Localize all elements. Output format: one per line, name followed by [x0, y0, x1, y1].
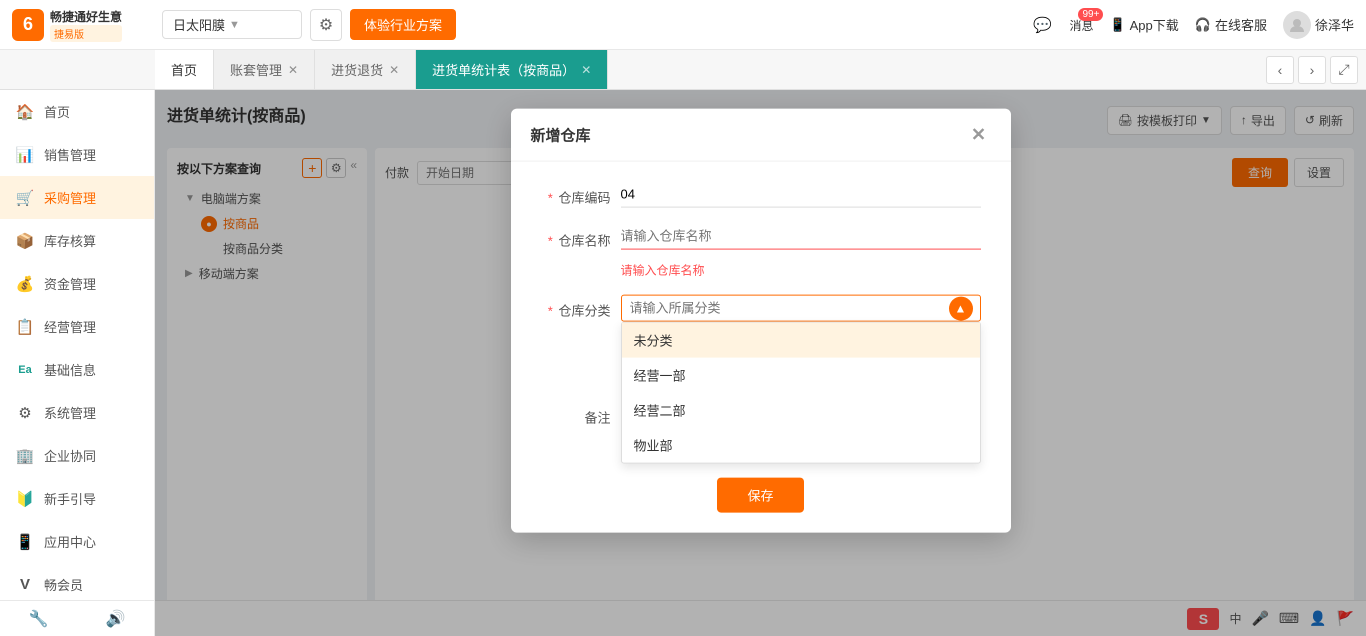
chevron-down-icon: ▼ [229, 19, 240, 31]
volume-bottom-icon[interactable]: 🔊 [102, 605, 130, 633]
name-input[interactable] [621, 224, 981, 250]
dropdown-item-unclassified[interactable]: 未分类 [622, 323, 980, 358]
phone-icon: 📱 [1109, 17, 1125, 33]
store-selector[interactable]: 日太阳膜 ▼ [162, 10, 302, 39]
category-dropdown: 未分类 经营一部 经营二部 物业部 [621, 322, 981, 464]
home-icon: 🏠 [16, 103, 34, 121]
sidebar: 🏠 首页 📊 销售管理 🛒 采购管理 📦 库存核算 💰 资金管理 📋 经营管理 … [0, 90, 155, 636]
tab-bar: 首页 账套管理 ✕ 进货退货 ✕ 进货单统计表（按商品） ✕ ‹ › ⤢ [0, 50, 1366, 90]
online-service-btn[interactable]: 🎧 在线客服 [1195, 15, 1267, 34]
app-center-icon: 📱 [16, 533, 34, 551]
logo-text: 畅捷通好生意 捷易版 [50, 8, 122, 42]
sidebar-item-purchase[interactable]: 🛒 采购管理 [0, 176, 154, 219]
sidebar-item-system[interactable]: ⚙ 系统管理 [0, 391, 154, 434]
tab-accounts[interactable]: 账套管理 ✕ [214, 50, 315, 89]
dialog-footer: 保存 [511, 468, 1011, 513]
logo-area: 6 畅捷通好生意 捷易版 [12, 8, 162, 42]
headset-icon: 🎧 [1195, 17, 1211, 33]
guide-icon: 🔰 [16, 490, 34, 508]
save-button[interactable]: 保存 [717, 478, 803, 513]
close-icon[interactable]: ✕ [288, 63, 298, 77]
add-warehouse-dialog: 新增仓库 ✕ * 仓库编码 * 仓库名称 [511, 109, 1011, 533]
system-icon: ⚙ [16, 404, 34, 422]
header-middle: 日太阳膜 ▼ ⚙ 体验行业方案 [162, 9, 1033, 41]
dialog-title: 新增仓库 [531, 124, 591, 145]
inventory-icon: 📦 [16, 232, 34, 250]
purchase-icon: 🛒 [16, 189, 34, 207]
name-error-msg: 请输入仓库名称 [621, 262, 705, 279]
category-dropdown-toggle[interactable]: ▲ [949, 296, 973, 320]
sidebar-item-sales[interactable]: 📊 销售管理 [0, 133, 154, 176]
message-icon-btn[interactable]: 💬 99+ 消息 [1033, 16, 1093, 34]
sidebar-item-home[interactable]: 🏠 首页 [0, 90, 154, 133]
sidebar-item-enterprise[interactable]: 🏢 企业协同 [0, 434, 154, 477]
form-row-name: * 仓库名称 请输入仓库名称 [541, 224, 981, 279]
app-download-btn[interactable]: 📱 App下载 [1109, 15, 1178, 34]
header-right: 💬 99+ 消息 📱 App下载 🎧 在线客服 徐泽华 [1033, 11, 1354, 39]
avatar [1283, 11, 1311, 39]
tab-purchase-return[interactable]: 进货退货 ✕ [315, 50, 416, 89]
sidebar-item-app-center[interactable]: 📱 应用中心 [0, 520, 154, 563]
settings-bottom-icon[interactable]: 🔧 [25, 605, 53, 633]
main-layout: 🏠 首页 📊 销售管理 🛒 采购管理 📦 库存核算 💰 资金管理 📋 经营管理 … [0, 90, 1366, 636]
message-badge: 99+ [1078, 8, 1103, 21]
dropdown-item-dept1[interactable]: 经营一部 [622, 358, 980, 393]
content-area: 进货单统计(按商品) 🖨 按模板打印 ▼ ↑ 导出 ↺ 刷新 [155, 90, 1366, 636]
trial-button[interactable]: 体验行业方案 [350, 9, 456, 40]
memo-label: 备注 [541, 402, 611, 427]
user-info[interactable]: 徐泽华 [1283, 11, 1354, 39]
sidebar-item-operations[interactable]: 📋 经营管理 [0, 305, 154, 348]
enterprise-icon: 🏢 [16, 447, 34, 465]
form-row-code: * 仓库编码 [541, 182, 981, 208]
settings-icon[interactable]: ⚙ [310, 9, 342, 41]
top-header: 6 畅捷通好生意 捷易版 日太阳膜 ▼ ⚙ 体验行业方案 💬 99+ 消息 📱 … [0, 0, 1366, 50]
category-input[interactable] [621, 295, 981, 322]
category-input-wrap: ▲ 未分类 经营一部 经营二部 物业部 [621, 295, 981, 322]
member-icon: V [16, 576, 34, 594]
tab-scroll-right-btn[interactable]: › [1298, 56, 1326, 84]
logo-icon: 6 [12, 9, 44, 41]
sidebar-item-finance[interactable]: 💰 资金管理 [0, 262, 154, 305]
sidebar-item-guide[interactable]: 🔰 新手引导 [0, 477, 154, 520]
tab-home[interactable]: 首页 [155, 50, 214, 89]
code-input[interactable] [621, 182, 981, 208]
tab-purchase-stats[interactable]: 进货单统计表（按商品） ✕ [416, 50, 608, 89]
dialog-close-btn[interactable]: ✕ [967, 123, 991, 147]
basic-info-icon: Ea [16, 361, 34, 379]
category-label: * 仓库分类 [541, 295, 611, 320]
sales-icon: 📊 [16, 146, 34, 164]
form-row-category: * 仓库分类 ▲ 未分类 经营一部 经营二部 物业部 [541, 295, 981, 322]
code-label: * 仓库编码 [541, 182, 611, 207]
tab-expand-btn[interactable]: ⤢ [1330, 56, 1358, 84]
dialog-body: * 仓库编码 * 仓库名称 请输入仓库名称 [511, 162, 1011, 468]
operations-icon: 📋 [16, 318, 34, 336]
close-icon[interactable]: ✕ [581, 63, 591, 77]
dropdown-item-dept2[interactable]: 经营二部 [622, 393, 980, 428]
sidebar-item-inventory[interactable]: 📦 库存核算 [0, 219, 154, 262]
finance-icon: 💰 [16, 275, 34, 293]
dropdown-item-dept3[interactable]: 物业部 [622, 428, 980, 463]
tab-right-buttons: ‹ › ⤢ [1266, 56, 1366, 84]
sidebar-item-basic-info[interactable]: Ea 基础信息 [0, 348, 154, 391]
close-icon[interactable]: ✕ [389, 63, 399, 77]
tab-scroll-left-btn[interactable]: ‹ [1266, 56, 1294, 84]
sidebar-bottom: 🔧 🔊 [0, 600, 155, 636]
dialog-header: 新增仓库 ✕ [511, 109, 1011, 162]
name-label: * 仓库名称 [541, 224, 611, 249]
